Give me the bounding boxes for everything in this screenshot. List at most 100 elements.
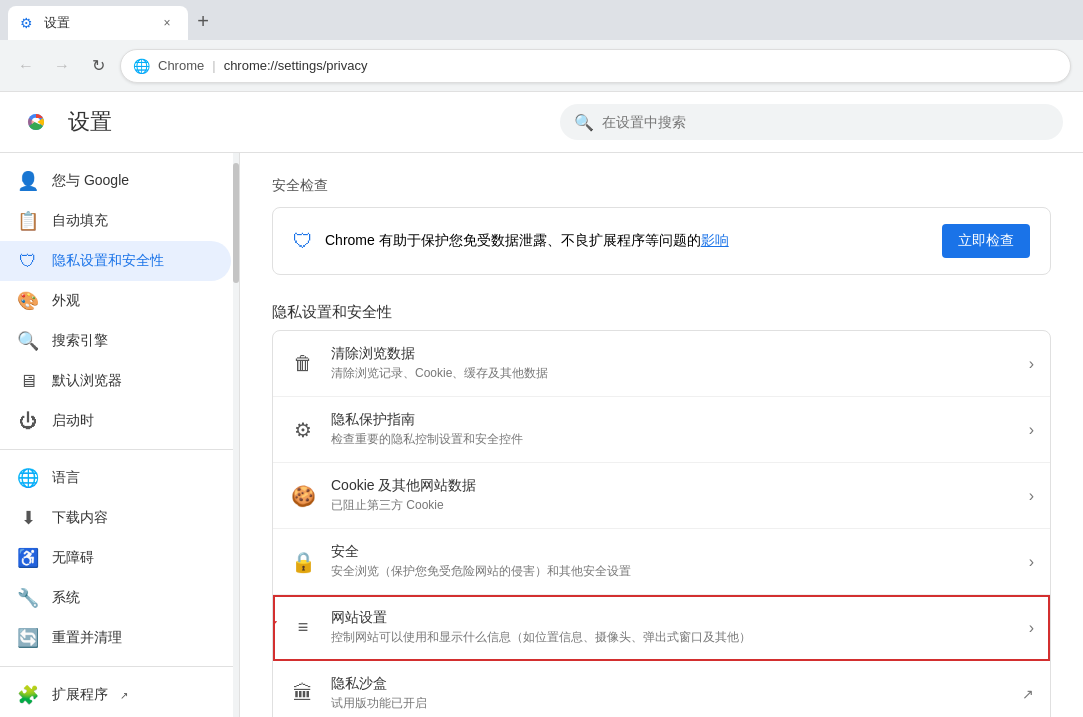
privacy-guide-icon: ⚙ bbox=[289, 418, 317, 442]
arrow-icon-1: › bbox=[1029, 421, 1034, 439]
person-icon: 👤 bbox=[16, 170, 40, 192]
tab-settings-icon: ⚙ bbox=[20, 15, 36, 31]
privacy-section-title: 隐私设置和安全性 bbox=[272, 303, 1051, 322]
sidebar-item-extensions[interactable]: 🧩 扩展程序 ↗ bbox=[0, 675, 231, 715]
settings-item-cookies[interactable]: 🍪 Cookie 及其他网站数据 已阻止第三方 Cookie › bbox=[273, 463, 1050, 529]
reset-icon: 🔄 bbox=[16, 627, 40, 649]
sidebar-label-system: 系统 bbox=[52, 589, 80, 607]
cookies-title: Cookie 及其他网站数据 bbox=[331, 477, 1015, 495]
clear-browsing-title: 清除浏览数据 bbox=[331, 345, 1015, 363]
site-settings-title: 网站设置 bbox=[331, 609, 1015, 627]
sidebar-label-appearance: 外观 bbox=[52, 292, 80, 310]
settings-item-site-settings[interactable]: ≡ 网站设置 控制网站可以使用和显示什么信息（如位置信息、摄像头、弹出式窗口及其… bbox=[273, 595, 1050, 661]
arrow-icon-0: › bbox=[1029, 355, 1034, 373]
clear-browsing-text: 清除浏览数据 清除浏览记录、Cookie、缓存及其他数据 bbox=[331, 345, 1015, 382]
startup-icon: ⏻ bbox=[16, 411, 40, 432]
sidebar-label-startup: 启动时 bbox=[52, 412, 94, 430]
settings-item-privacy-sandbox[interactable]: 🏛 隐私沙盒 试用版功能已开启 ↗ bbox=[273, 661, 1050, 717]
sidebar-item-language[interactable]: 🌐 语言 bbox=[0, 458, 231, 498]
sidebar-divider-1 bbox=[0, 449, 239, 450]
sidebar-label-default-browser: 默认浏览器 bbox=[52, 372, 122, 390]
sidebar-label-reset: 重置并清理 bbox=[52, 629, 122, 647]
search-input[interactable] bbox=[602, 114, 1050, 130]
cookies-text: Cookie 及其他网站数据 已阻止第三方 Cookie bbox=[331, 477, 1015, 514]
sidebar-label-downloads: 下载内容 bbox=[52, 509, 108, 527]
page-header: 设置 🔍 bbox=[0, 92, 1083, 153]
tab-close-button[interactable]: × bbox=[158, 14, 176, 32]
security-title: 安全 bbox=[331, 543, 1015, 561]
refresh-button[interactable]: ↻ bbox=[84, 52, 112, 80]
safety-check-title: 安全检查 bbox=[272, 177, 1051, 195]
external-icon-sandbox: ↗ bbox=[1022, 686, 1034, 702]
sidebar-item-reset[interactable]: 🔄 重置并清理 bbox=[0, 618, 231, 658]
search-box[interactable]: 🔍 bbox=[560, 104, 1064, 140]
safety-check-button[interactable]: 立即检查 bbox=[942, 224, 1030, 258]
sidebar-item-google[interactable]: 👤 您与 Google bbox=[0, 161, 231, 201]
trash-icon: 🗑 bbox=[289, 352, 317, 375]
sidebar-scrollbar bbox=[233, 153, 239, 717]
privacy-sandbox-subtitle: 试用版功能已开启 bbox=[331, 695, 1008, 712]
sidebar-item-appearance[interactable]: 🎨 外观 bbox=[0, 281, 231, 321]
shield-icon: 🛡 bbox=[16, 251, 40, 272]
sidebar-label-autofill: 自动填充 bbox=[52, 212, 108, 230]
content-area: 安全检查 🛡 Chrome 有助于保护您免受数据泄露、不良扩展程序等问题的影响 … bbox=[240, 153, 1083, 717]
clear-browsing-subtitle: 清除浏览记录、Cookie、缓存及其他数据 bbox=[331, 365, 1015, 382]
safety-card-text: Chrome 有助于保护您免受数据泄露、不良扩展程序等问题的影响 bbox=[325, 232, 930, 250]
page-title: 设置 bbox=[68, 107, 544, 137]
sidebar-item-autofill[interactable]: 📋 自动填充 bbox=[0, 201, 231, 241]
sidebar-label-accessibility: 无障碍 bbox=[52, 549, 94, 567]
address-separator: | bbox=[212, 58, 215, 73]
safety-text-prefix: Chrome 有助于保护您免受数据泄露、不良扩展程序等问题的 bbox=[325, 232, 701, 248]
arrow-icon-4: › bbox=[1029, 619, 1034, 637]
sidebar: 👤 您与 Google 📋 自动填充 🛡 隐私设置和安全性 🎨 外观 🔍 bbox=[0, 153, 240, 717]
security-text: 安全 安全浏览（保护您免受危险网站的侵害）和其他安全设置 bbox=[331, 543, 1015, 580]
accessibility-icon: ♿ bbox=[16, 547, 40, 569]
browser-icon: 🖥 bbox=[16, 371, 40, 392]
privacy-sandbox-text: 隐私沙盒 试用版功能已开启 bbox=[331, 675, 1008, 712]
sidebar-item-privacy[interactable]: 🛡 隐私设置和安全性 bbox=[0, 241, 231, 281]
sidebar-divider-2 bbox=[0, 666, 239, 667]
forward-button[interactable]: → bbox=[48, 52, 76, 80]
sidebar-scrollbar-thumb[interactable] bbox=[233, 163, 239, 283]
sidebar-item-system[interactable]: 🔧 系统 bbox=[0, 578, 231, 618]
site-settings-icon: ≡ bbox=[289, 617, 317, 638]
sidebar-item-accessibility[interactable]: ♿ 无障碍 bbox=[0, 538, 231, 578]
address-bar: ← → ↻ 🌐 Chrome | chrome://settings/priva… bbox=[0, 40, 1083, 92]
appearance-icon: 🎨 bbox=[16, 290, 40, 312]
back-button[interactable]: ← bbox=[12, 52, 40, 80]
sidebar-item-downloads[interactable]: ⬇ 下载内容 bbox=[0, 498, 231, 538]
arrow-icon-3: › bbox=[1029, 553, 1034, 571]
browser-brand: Chrome bbox=[158, 58, 204, 73]
privacy-sandbox-title: 隐私沙盒 bbox=[331, 675, 1008, 693]
sidebar-item-default-browser[interactable]: 🖥 默认浏览器 bbox=[0, 361, 231, 401]
site-settings-text: 网站设置 控制网站可以使用和显示什么信息（如位置信息、摄像头、弹出式窗口及其他） bbox=[331, 609, 1015, 646]
tab-bar: ⚙ 设置 × + bbox=[0, 0, 1083, 40]
sidebar-item-search[interactable]: 🔍 搜索引擎 bbox=[0, 321, 231, 361]
sidebar-item-startup[interactable]: ⏻ 启动时 bbox=[0, 401, 231, 441]
external-link-icon: ↗ bbox=[120, 690, 128, 701]
address-input[interactable]: 🌐 Chrome | chrome://settings/privacy bbox=[120, 49, 1071, 83]
safety-text-link[interactable]: 影响 bbox=[701, 232, 729, 248]
chrome-logo bbox=[20, 106, 52, 138]
extensions-icon: 🧩 bbox=[16, 684, 40, 706]
main-area: 👤 您与 Google 📋 自动填充 🛡 隐私设置和安全性 🎨 外观 🔍 bbox=[0, 153, 1083, 717]
settings-item-clear-browsing[interactable]: 🗑 清除浏览数据 清除浏览记录、Cookie、缓存及其他数据 › bbox=[273, 331, 1050, 397]
search-icon: 🔍 bbox=[574, 113, 594, 132]
download-icon: ⬇ bbox=[16, 507, 40, 529]
system-icon: 🔧 bbox=[16, 587, 40, 609]
safety-check-card: 🛡 Chrome 有助于保护您免受数据泄露、不良扩展程序等问题的影响 立即检查 bbox=[272, 207, 1051, 275]
active-tab[interactable]: ⚙ 设置 × bbox=[8, 6, 188, 40]
settings-item-privacy-guide[interactable]: ⚙ 隐私保护指南 检查重要的隐私控制设置和安全控件 › bbox=[273, 397, 1050, 463]
search-nav-icon: 🔍 bbox=[16, 330, 40, 352]
cookie-icon: 🍪 bbox=[289, 484, 317, 508]
page-content: 设置 🔍 👤 您与 Google 📋 自动填充 🛡 隐私设 bbox=[0, 92, 1083, 717]
sidebar-label-privacy: 隐私设置和安全性 bbox=[52, 252, 164, 270]
address-url: chrome://settings/privacy bbox=[224, 58, 368, 73]
settings-item-security[interactable]: 🔒 安全 安全浏览（保护您免受危险网站的侵害）和其他安全设置 › bbox=[273, 529, 1050, 595]
autofill-icon: 📋 bbox=[16, 210, 40, 232]
language-icon: 🌐 bbox=[16, 467, 40, 489]
privacy-guide-subtitle: 检查重要的隐私控制设置和安全控件 bbox=[331, 431, 1015, 448]
sidebar-label-google: 您与 Google bbox=[52, 172, 129, 190]
privacy-guide-title: 隐私保护指南 bbox=[331, 411, 1015, 429]
new-tab-button[interactable]: + bbox=[188, 6, 218, 36]
